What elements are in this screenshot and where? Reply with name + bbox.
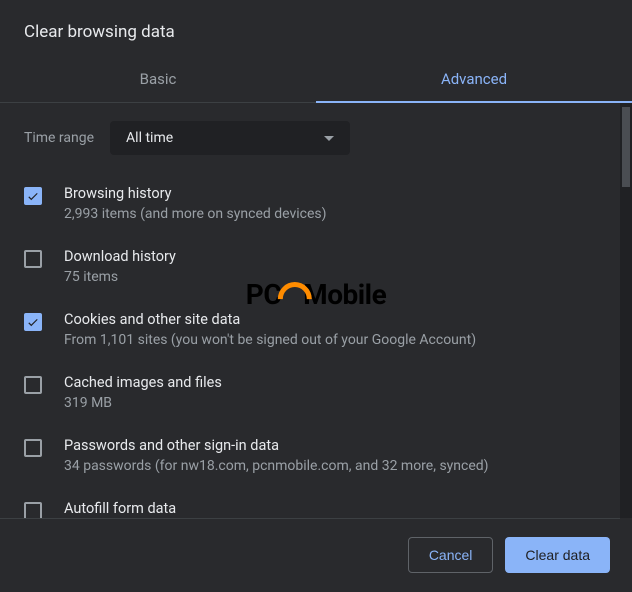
tabs: Basic Advanced [0,58,632,103]
option-row: Browsing history 2,993 items (and more on… [24,185,596,222]
option-text: Cached images and files 319 MB [64,374,222,411]
option-subtitle: From 1,101 sites (you won't be signed ou… [64,332,476,348]
checkbox[interactable] [24,187,42,205]
checkbox[interactable] [24,439,42,457]
dialog-body: Time range All time Browsing history 2,99… [0,103,632,518]
option-subtitle: 34 passwords (for nw18.com, pcnmobile.co… [64,458,489,474]
checkbox[interactable] [24,313,42,331]
dialog-footer: Cancel Clear data [0,519,632,591]
chevron-down-icon [324,136,334,141]
dialog-title: Clear browsing data [0,0,632,58]
option-title: Cached images and files [64,374,222,391]
clear-data-button[interactable]: Clear data [505,537,610,573]
option-title: Passwords and other sign-in data [64,437,489,454]
option-subtitle: 75 items [64,269,176,285]
option-text: Autofill form data [64,500,176,518]
option-text: Browsing history 2,993 items (and more on… [64,185,327,222]
option-row: Passwords and other sign-in data 34 passw… [24,437,596,474]
option-title: Browsing history [64,185,327,202]
option-text: Cookies and other site data From 1,101 si… [64,311,476,348]
scrollbar-track[interactable] [620,103,632,518]
option-row: Cached images and files 319 MB [24,374,596,411]
option-text: Passwords and other sign-in data 34 passw… [64,437,489,474]
scroll-area: Time range All time Browsing history 2,99… [0,103,620,518]
option-row: Cookies and other site data From 1,101 si… [24,311,596,348]
checkbox[interactable] [24,250,42,268]
time-range-label: Time range [24,130,94,146]
option-title: Autofill form data [64,500,176,517]
time-range-row: Time range All time [0,103,620,163]
option-subtitle: 2,993 items (and more on synced devices) [64,206,327,222]
time-range-value: All time [126,130,173,146]
time-range-select[interactable]: All time [110,121,350,155]
options-list: Browsing history 2,993 items (and more on… [0,163,620,518]
cancel-button[interactable]: Cancel [408,537,494,573]
scrollbar-thumb[interactable] [622,107,630,187]
option-title: Download history [64,248,176,265]
checkbox[interactable] [24,376,42,394]
tab-advanced[interactable]: Advanced [316,58,632,102]
option-subtitle: 319 MB [64,395,222,411]
option-text: Download history 75 items [64,248,176,285]
option-row: Download history 75 items [24,248,596,285]
option-title: Cookies and other site data [64,311,476,328]
option-row: Autofill form data [24,500,596,518]
checkbox[interactable] [24,502,42,518]
tab-basic[interactable]: Basic [0,58,316,102]
